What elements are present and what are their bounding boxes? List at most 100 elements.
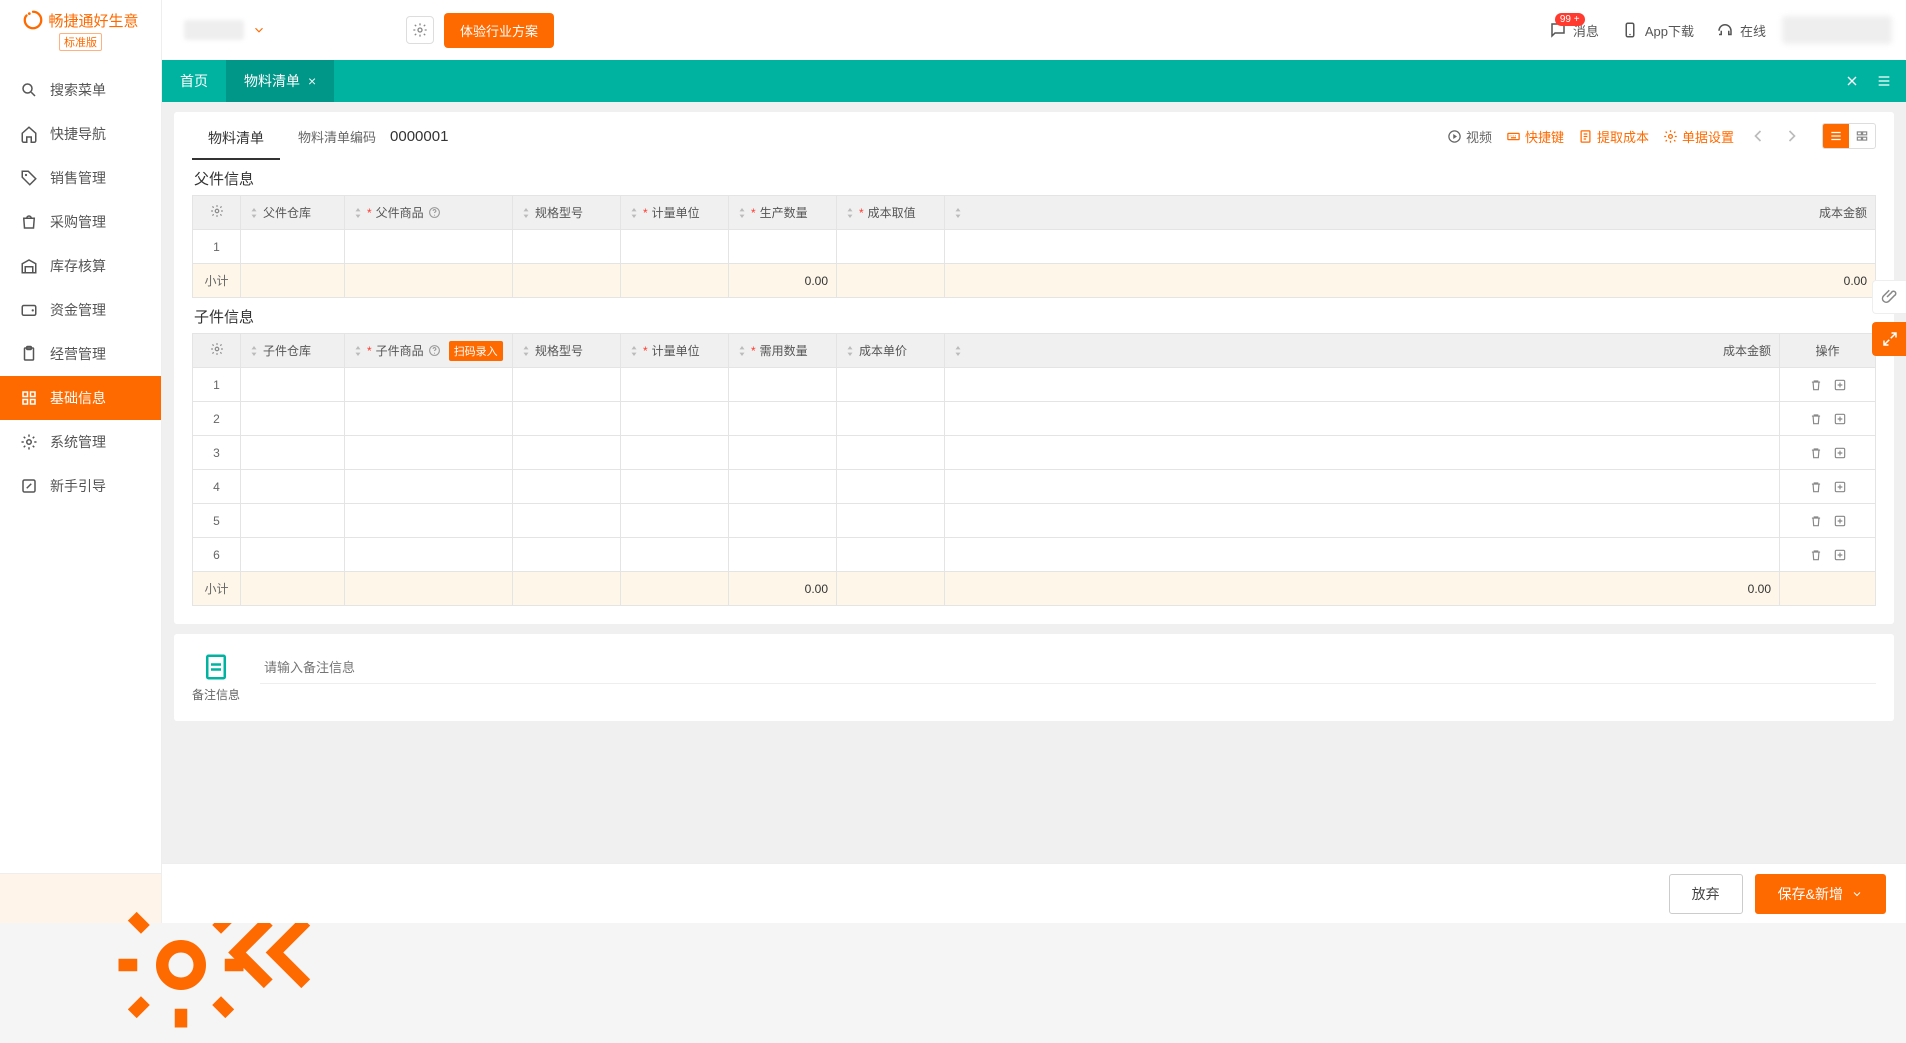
remark-input[interactable] xyxy=(260,652,1876,684)
row-number: 1 xyxy=(193,368,241,402)
online-support-button[interactable]: 在线 xyxy=(1710,21,1772,40)
col-label: 子件商品 xyxy=(376,342,424,359)
tabs-more-button[interactable] xyxy=(1870,67,1898,95)
child-row[interactable]: 5 xyxy=(193,504,1876,538)
child-row[interactable]: 4 xyxy=(193,470,1876,504)
add-row-icon[interactable] xyxy=(1833,378,1847,392)
delete-row-icon[interactable] xyxy=(1809,514,1823,528)
add-row-icon[interactable] xyxy=(1833,480,1847,494)
brand-name: 畅捷通好生意 xyxy=(48,10,138,31)
app-download-button[interactable]: App下载 xyxy=(1615,21,1700,40)
child-col-cost-amount[interactable]: 成本金额 xyxy=(945,334,1780,368)
shortcut-link[interactable]: 快捷键 xyxy=(1506,127,1564,146)
sidebar: 畅捷通好生意 标准版 搜索菜单快捷导航销售管理采购管理库存核算资金管理经营管理基… xyxy=(0,0,162,923)
tab-bom-label: 物料清单 xyxy=(244,71,300,91)
video-link[interactable]: 视频 xyxy=(1447,127,1492,146)
subtab-bom[interactable]: 物料清单 xyxy=(192,116,280,160)
add-row-icon[interactable] xyxy=(1833,446,1847,460)
industry-trial-button[interactable]: 体验行业方案 xyxy=(444,13,554,48)
parent-col-product[interactable]: *父件商品 xyxy=(345,196,513,230)
delete-row-icon[interactable] xyxy=(1809,378,1823,392)
col-label: 成本取值 xyxy=(868,204,916,221)
child-row[interactable]: 3 xyxy=(193,436,1876,470)
parent-col-settings[interactable] xyxy=(193,196,241,230)
child-col-need-qty[interactable]: *需用数量 xyxy=(729,334,837,368)
delete-row-icon[interactable] xyxy=(1809,480,1823,494)
org-selector[interactable] xyxy=(176,16,396,44)
parent-col-qty[interactable]: *生产数量 xyxy=(729,196,837,230)
sidebar-item-2[interactable]: 销售管理 xyxy=(0,156,161,200)
sidebar-item-0[interactable]: 搜索菜单 xyxy=(0,68,161,112)
sidebar-item-4[interactable]: 库存核算 xyxy=(0,244,161,288)
parent-col-cost-basis[interactable]: *成本取值 xyxy=(837,196,945,230)
sidebar-collapse-icon[interactable] xyxy=(112,890,130,908)
child-row[interactable]: 1 xyxy=(193,368,1876,402)
delete-row-icon[interactable] xyxy=(1809,446,1823,460)
add-row-icon[interactable] xyxy=(1833,548,1847,562)
delete-row-icon[interactable] xyxy=(1809,412,1823,426)
note-icon xyxy=(201,652,231,682)
child-row[interactable]: 2 xyxy=(193,402,1876,436)
help-icon xyxy=(428,344,441,357)
sidebar-item-6[interactable]: 经营管理 xyxy=(0,332,161,376)
panel-header: 物料清单 物料清单编码 0000001 视频 快捷键 提取成本 单据设置 xyxy=(192,112,1876,160)
tabs-close-all-button[interactable] xyxy=(1838,67,1866,95)
row-number: 5 xyxy=(193,504,241,538)
sidebar-item-9[interactable]: 新手引导 xyxy=(0,464,161,508)
messages-button[interactable]: 消息 99 + xyxy=(1543,21,1605,40)
parent-col-unit[interactable]: *计量单位 xyxy=(621,196,729,230)
col-label: 成本金额 xyxy=(1819,204,1867,221)
parent-col-spec[interactable]: 规格型号 xyxy=(513,196,621,230)
add-row-icon[interactable] xyxy=(1833,412,1847,426)
child-subtotal-amount: 0.00 xyxy=(945,572,1780,606)
tab-close-icon[interactable]: × xyxy=(308,73,316,89)
sidebar-item-3[interactable]: 采购管理 xyxy=(0,200,161,244)
col-label: 计量单位 xyxy=(652,342,700,359)
parent-row[interactable]: 1 xyxy=(193,230,1876,264)
delete-row-icon[interactable] xyxy=(1809,548,1823,562)
child-col-unit-cost[interactable]: 成本单价 xyxy=(837,334,945,368)
extract-cost-link[interactable]: 提取成本 xyxy=(1578,127,1649,146)
parent-section-title: 父件信息 xyxy=(194,168,1876,189)
parent-col-warehouse[interactable]: 父件仓库 xyxy=(241,196,345,230)
child-col-spec[interactable]: 规格型号 xyxy=(513,334,621,368)
user-avatar-area[interactable] xyxy=(1782,16,1892,44)
remark-panel: 备注信息 xyxy=(174,634,1894,721)
chevron-down-icon xyxy=(1851,888,1863,900)
doc-settings-link[interactable]: 单据设置 xyxy=(1663,127,1734,146)
expand-icon xyxy=(1881,330,1899,348)
view-card-button[interactable] xyxy=(1849,124,1875,148)
scan-entry-tag[interactable]: 扫码录入 xyxy=(449,341,503,361)
child-col-product[interactable]: *子件商品扫码录入 xyxy=(345,334,513,368)
brand-edition: 标准版 xyxy=(59,33,102,51)
add-row-icon[interactable] xyxy=(1833,514,1847,528)
tab-bom[interactable]: 物料清单 × xyxy=(226,60,334,102)
sidebar-item-5[interactable]: 资金管理 xyxy=(0,288,161,332)
sidebar-item-8[interactable]: 系统管理 xyxy=(0,420,161,464)
remark-label: 备注信息 xyxy=(192,686,240,703)
discard-button[interactable]: 放弃 xyxy=(1669,874,1743,914)
attachment-button[interactable] xyxy=(1872,280,1906,314)
topbar: 体验行业方案 消息 99 + App下载 在线 xyxy=(162,0,1906,60)
child-row[interactable]: 6 xyxy=(193,538,1876,572)
child-col-unit[interactable]: *计量单位 xyxy=(621,334,729,368)
save-and-new-button[interactable]: 保存&新增 xyxy=(1755,874,1886,914)
child-col-settings[interactable] xyxy=(193,334,241,368)
sidebar-item-7[interactable]: 基础信息 xyxy=(0,376,161,420)
fullscreen-button[interactable] xyxy=(1872,322,1906,356)
sort-icon xyxy=(353,344,363,358)
footer-actions: 放弃 保存&新增 xyxy=(162,863,1906,923)
panel-toolbar: 视频 快捷键 提取成本 单据设置 xyxy=(1447,123,1876,149)
prev-doc-button[interactable] xyxy=(1748,126,1768,146)
sidebar-settings-icon[interactable] xyxy=(31,890,49,908)
child-col-warehouse[interactable]: 子件仓库 xyxy=(241,334,345,368)
bom-code-value: 0000001 xyxy=(390,128,448,145)
video-label: 视频 xyxy=(1466,127,1492,146)
next-doc-button[interactable] xyxy=(1782,126,1802,146)
row-number: 4 xyxy=(193,470,241,504)
view-list-button[interactable] xyxy=(1823,124,1849,148)
tab-home[interactable]: 首页 xyxy=(162,60,226,102)
sidebar-item-1[interactable]: 快捷导航 xyxy=(0,112,161,156)
parent-col-cost-amount[interactable]: 成本金额 xyxy=(945,196,1876,230)
org-settings-button[interactable] xyxy=(406,16,434,44)
